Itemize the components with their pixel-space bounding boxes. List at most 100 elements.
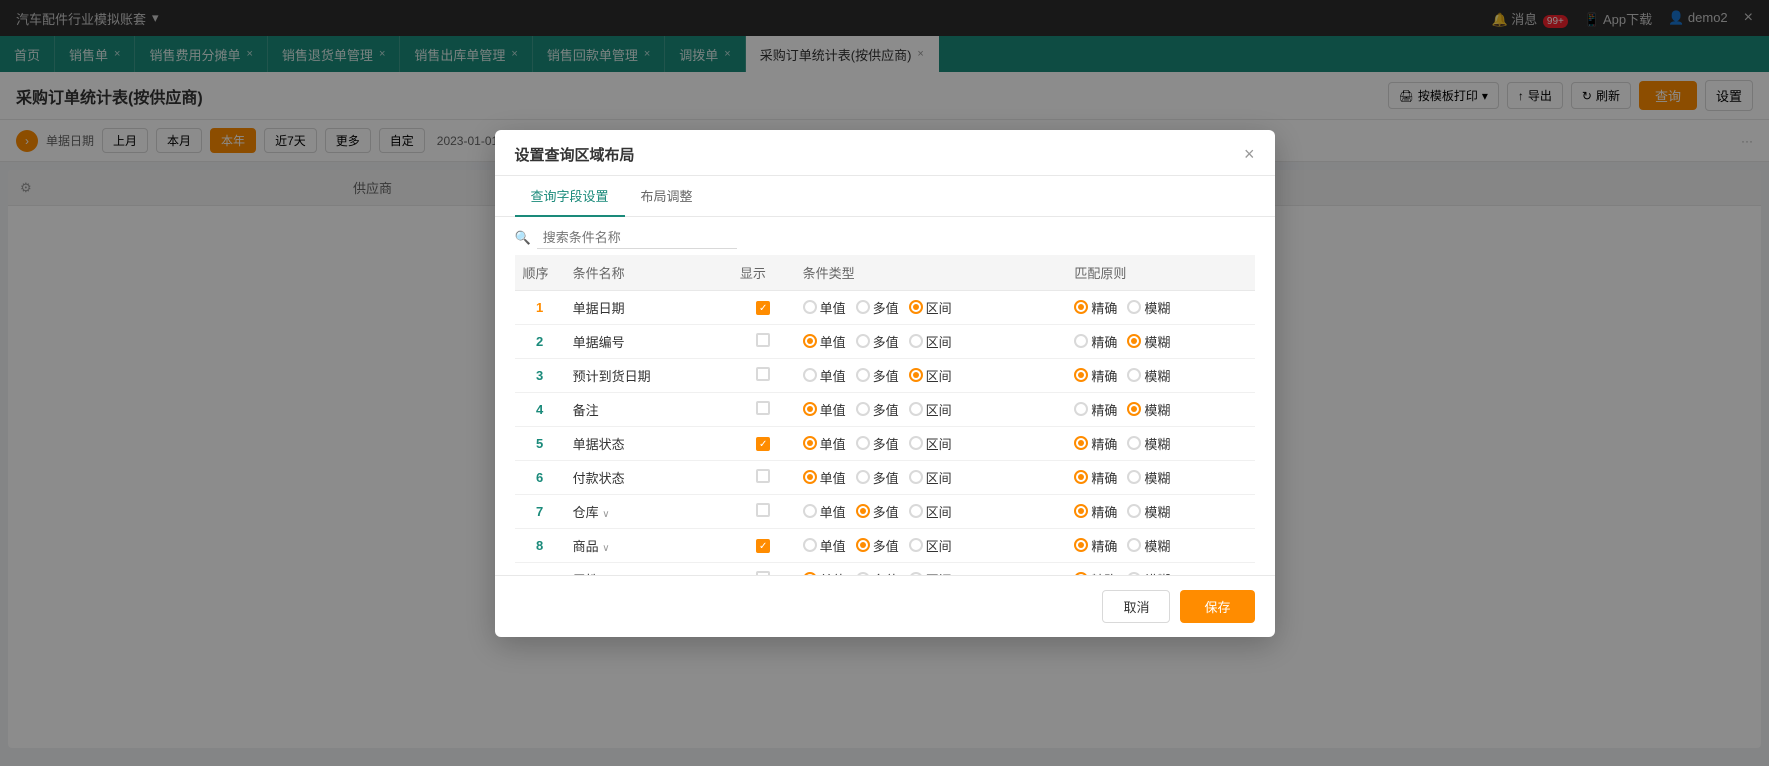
radio-type-多值-3[interactable]: 多值 — [856, 366, 899, 385]
radio-match-精确-8[interactable]: 精确 — [1074, 536, 1117, 555]
search-input[interactable] — [537, 227, 737, 249]
radio-type-多值-7[interactable]: 多值 — [856, 502, 899, 521]
checkbox-show-5[interactable]: ✓ — [756, 437, 770, 451]
dialog-fields-table: 顺序 条件名称 显示 条件类型 匹配原则 1单据日期✓单值多值区间精确模糊2单据… — [515, 255, 1255, 575]
td-type-8: 单值多值区间 — [795, 528, 1067, 562]
td-name-2: 单据编号 — [565, 324, 732, 358]
radio-circle-match-精确 — [1074, 334, 1088, 348]
radio-circle-match-精确 — [1074, 402, 1088, 416]
td-match-6: 精确模糊 — [1066, 460, 1254, 494]
radio-circle-type-区间 — [909, 368, 923, 382]
td-show-8[interactable]: ✓ — [732, 528, 795, 562]
td-order-6: 6 — [515, 460, 565, 494]
td-match-3: 精确模糊 — [1066, 358, 1254, 392]
radio-type-区间-7[interactable]: 区间 — [909, 502, 952, 521]
radio-circle-type-区间 — [909, 504, 923, 518]
td-type-6: 单值多值区间 — [795, 460, 1067, 494]
radio-match-精确-6[interactable]: 精确 — [1074, 468, 1117, 487]
radio-match-模糊-3[interactable]: 模糊 — [1127, 366, 1170, 385]
tab-query-fields[interactable]: 查询字段设置 — [515, 176, 625, 217]
radio-circle-type-多值 — [856, 538, 870, 552]
td-type-2: 单值多值区间 — [795, 324, 1067, 358]
radio-type-多值-5[interactable]: 多值 — [856, 434, 899, 453]
checkbox-show-2[interactable] — [756, 333, 770, 347]
radio-type-单值-7[interactable]: 单值 — [803, 502, 846, 521]
radio-match-模糊-2[interactable]: 模糊 — [1127, 332, 1170, 351]
radio-circle-type-多值 — [856, 470, 870, 484]
radio-type-单值-5[interactable]: 单值 — [803, 434, 846, 453]
radio-match-精确-2[interactable]: 精确 — [1074, 332, 1117, 351]
td-show-7[interactable] — [732, 494, 795, 528]
checkbox-show-3[interactable] — [756, 367, 770, 381]
radio-circle-match-模糊 — [1127, 470, 1141, 484]
td-show-9[interactable] — [732, 562, 795, 575]
radio-match-模糊-7[interactable]: 模糊 — [1127, 502, 1170, 521]
td-show-6[interactable] — [732, 460, 795, 494]
dialog-close-button[interactable]: × — [1244, 145, 1255, 163]
radio-circle-match-模糊 — [1127, 334, 1141, 348]
radio-type-区间-3[interactable]: 区间 — [909, 366, 952, 385]
td-match-4: 精确模糊 — [1066, 392, 1254, 426]
radio-circle-type-单值 — [803, 504, 817, 518]
dialog-search-area: 🔍 — [495, 217, 1275, 255]
radio-type-区间-1[interactable]: 区间 — [909, 298, 952, 317]
radio-type-多值-8[interactable]: 多值 — [856, 536, 899, 555]
td-order-4: 4 — [515, 392, 565, 426]
radio-circle-match-精确 — [1074, 470, 1088, 484]
dialog-table-scroll[interactable]: 顺序 条件名称 显示 条件类型 匹配原则 1单据日期✓单值多值区间精确模糊2单据… — [515, 255, 1255, 575]
td-name-1: 单据日期 — [565, 290, 732, 324]
radio-type-单值-2[interactable]: 单值 — [803, 332, 846, 351]
checkbox-show-1[interactable]: ✓ — [756, 301, 770, 315]
td-name-6: 付款状态 — [565, 460, 732, 494]
radio-circle-match-模糊 — [1127, 300, 1141, 314]
td-name-5: 单据状态 — [565, 426, 732, 460]
checkbox-show-6[interactable] — [756, 469, 770, 483]
radio-match-模糊-8[interactable]: 模糊 — [1127, 536, 1170, 555]
radio-type-单值-4[interactable]: 单值 — [803, 400, 846, 419]
td-name-8: 商品 ∨ — [565, 528, 732, 562]
radio-match-模糊-1[interactable]: 模糊 — [1127, 298, 1170, 317]
radio-circle-type-多值 — [856, 334, 870, 348]
radio-type-单值-6[interactable]: 单值 — [803, 468, 846, 487]
tab-layout-adjust[interactable]: 布局调整 — [625, 176, 709, 217]
radio-match-精确-1[interactable]: 精确 — [1074, 298, 1117, 317]
radio-type-多值-4[interactable]: 多值 — [856, 400, 899, 419]
save-button[interactable]: 保存 — [1180, 590, 1254, 623]
dropdown-icon: ∨ — [602, 543, 609, 554]
td-show-5[interactable]: ✓ — [732, 426, 795, 460]
radio-type-单值-3[interactable]: 单值 — [803, 366, 846, 385]
checkbox-show-4[interactable] — [756, 401, 770, 415]
radio-match-精确-3[interactable]: 精确 — [1074, 366, 1117, 385]
radio-type-单值-1[interactable]: 单值 — [803, 298, 846, 317]
th-match: 匹配原则 — [1066, 255, 1254, 291]
radio-type-区间-4[interactable]: 区间 — [909, 400, 952, 419]
td-show-1[interactable]: ✓ — [732, 290, 795, 324]
radio-type-区间-2[interactable]: 区间 — [909, 332, 952, 351]
th-order: 顺序 — [515, 255, 565, 291]
radio-type-区间-8[interactable]: 区间 — [909, 536, 952, 555]
radio-match-模糊-5[interactable]: 模糊 — [1127, 434, 1170, 453]
td-show-2[interactable] — [732, 324, 795, 358]
checkbox-show-7[interactable] — [756, 503, 770, 517]
cancel-button[interactable]: 取消 — [1102, 590, 1170, 623]
td-show-4[interactable] — [732, 392, 795, 426]
radio-type-区间-6[interactable]: 区间 — [909, 468, 952, 487]
radio-circle-type-区间 — [909, 402, 923, 416]
radio-type-区间-5[interactable]: 区间 — [909, 434, 952, 453]
td-name-7: 仓库 ∨ — [565, 494, 732, 528]
radio-match-精确-7[interactable]: 精确 — [1074, 502, 1117, 521]
radio-type-多值-1[interactable]: 多值 — [856, 298, 899, 317]
radio-type-多值-2[interactable]: 多值 — [856, 332, 899, 351]
td-show-3[interactable] — [732, 358, 795, 392]
checkbox-show-8[interactable]: ✓ — [756, 539, 770, 553]
radio-match-模糊-6[interactable]: 模糊 — [1127, 468, 1170, 487]
td-order-2: 2 — [515, 324, 565, 358]
radio-match-精确-4[interactable]: 精确 — [1074, 400, 1117, 419]
radio-type-单值-8[interactable]: 单值 — [803, 536, 846, 555]
radio-circle-type-多值 — [856, 504, 870, 518]
radio-type-多值-6[interactable]: 多值 — [856, 468, 899, 487]
radio-match-精确-5[interactable]: 精确 — [1074, 434, 1117, 453]
radio-circle-type-单值 — [803, 436, 817, 450]
radio-match-模糊-4[interactable]: 模糊 — [1127, 400, 1170, 419]
td-match-8: 精确模糊 — [1066, 528, 1254, 562]
